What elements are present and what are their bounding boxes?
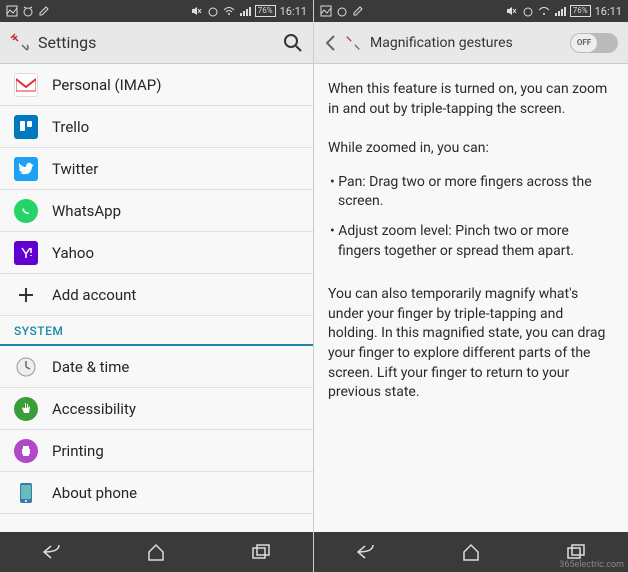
tools-icon <box>344 34 362 52</box>
statusbar-time: 16:11 <box>595 5 622 18</box>
account-label: Twitter <box>52 160 98 178</box>
system-row-datetime[interactable]: Date & time <box>0 346 313 388</box>
alarm-icon <box>22 5 34 17</box>
battery-icon: 76% <box>570 5 591 17</box>
system-row-printing[interactable]: Printing <box>0 430 313 472</box>
content-area: When this feature is turned on, you can … <box>314 64 628 532</box>
mute-icon <box>506 5 518 17</box>
back-icon[interactable] <box>324 34 336 52</box>
home-button[interactable] <box>126 537 186 567</box>
bullet-zoom: • Adjust zoom level: Pinch two or more f… <box>328 222 614 261</box>
screen-settings: 76% 16:11 Settings Personal (IMAP) Trell… <box>0 0 314 572</box>
account-label: Trello <box>52 118 89 136</box>
header-settings: Settings <box>0 22 313 64</box>
gmail-icon <box>14 73 38 97</box>
screen-magnification: 76% 16:11 Magnification gestures OFF Whe… <box>314 0 628 572</box>
trello-icon <box>14 115 38 139</box>
account-row-twitter[interactable]: Twitter <box>0 148 313 190</box>
hand-icon <box>14 397 38 421</box>
header-title: Magnification gestures <box>370 35 562 51</box>
header-magnification: Magnification gestures OFF <box>314 22 628 64</box>
add-account-row[interactable]: Add account <box>0 274 313 316</box>
edit-icon <box>38 5 50 17</box>
para-temporary: You can also temporarily magnify what's … <box>328 285 614 403</box>
settings-list: Personal (IMAP) Trello Twitter WhatsApp … <box>0 64 313 532</box>
system-row-accessibility[interactable]: Accessibility <box>0 388 313 430</box>
bullet-pan: • Pan: Drag two or more fingers across t… <box>328 173 614 212</box>
yahoo-icon <box>14 241 38 265</box>
phone-icon <box>14 481 38 505</box>
nav-bar <box>0 532 313 572</box>
account-row-gmail[interactable]: Personal (IMAP) <box>0 64 313 106</box>
tools-icon <box>10 33 30 53</box>
system-label: Date & time <box>52 358 129 376</box>
account-row-whatsapp[interactable]: WhatsApp <box>0 190 313 232</box>
wifi-icon <box>538 5 550 17</box>
toggle-knob: OFF <box>571 34 597 52</box>
search-icon[interactable] <box>283 33 303 53</box>
account-label: WhatsApp <box>52 202 121 220</box>
account-label: Personal (IMAP) <box>52 76 161 94</box>
back-button[interactable] <box>22 537 82 567</box>
mute-icon <box>191 5 203 17</box>
signal-icon <box>554 5 566 17</box>
recent-button[interactable] <box>231 537 291 567</box>
toggle-switch[interactable]: OFF <box>570 33 618 53</box>
para-zoomed: While zoomed in, you can: <box>328 139 614 159</box>
header-title: Settings <box>38 33 275 52</box>
signal-icon <box>239 5 251 17</box>
account-row-yahoo[interactable]: Yahoo <box>0 232 313 274</box>
alarm-icon <box>336 5 348 17</box>
alarm2-icon <box>522 5 534 17</box>
system-row-about[interactable]: About phone <box>0 472 313 514</box>
status-bar: 76% 16:11 <box>0 0 313 22</box>
system-section-header: SYSTEM <box>0 316 313 346</box>
wifi-icon <box>223 5 235 17</box>
battery-icon: 76% <box>255 5 276 17</box>
alarm2-icon <box>207 5 219 17</box>
account-label: Yahoo <box>52 244 94 262</box>
plus-icon <box>14 283 38 307</box>
add-account-label: Add account <box>52 286 136 304</box>
system-label: About phone <box>52 484 137 502</box>
edit-icon <box>352 5 364 17</box>
watermark-text: 365electric.com <box>559 560 624 570</box>
system-label: Accessibility <box>52 400 136 418</box>
image-icon <box>320 5 332 17</box>
twitter-icon <box>14 157 38 181</box>
account-row-trello[interactable]: Trello <box>0 106 313 148</box>
status-bar: 76% 16:11 <box>314 0 628 22</box>
whatsapp-icon <box>14 199 38 223</box>
image-icon <box>6 5 18 17</box>
statusbar-time: 16:11 <box>280 5 307 18</box>
system-label: Printing <box>52 442 104 460</box>
home-button[interactable] <box>441 537 501 567</box>
print-icon <box>14 439 38 463</box>
clock-icon <box>14 355 38 379</box>
back-button[interactable] <box>336 537 396 567</box>
para-intro: When this feature is turned on, you can … <box>328 80 614 119</box>
